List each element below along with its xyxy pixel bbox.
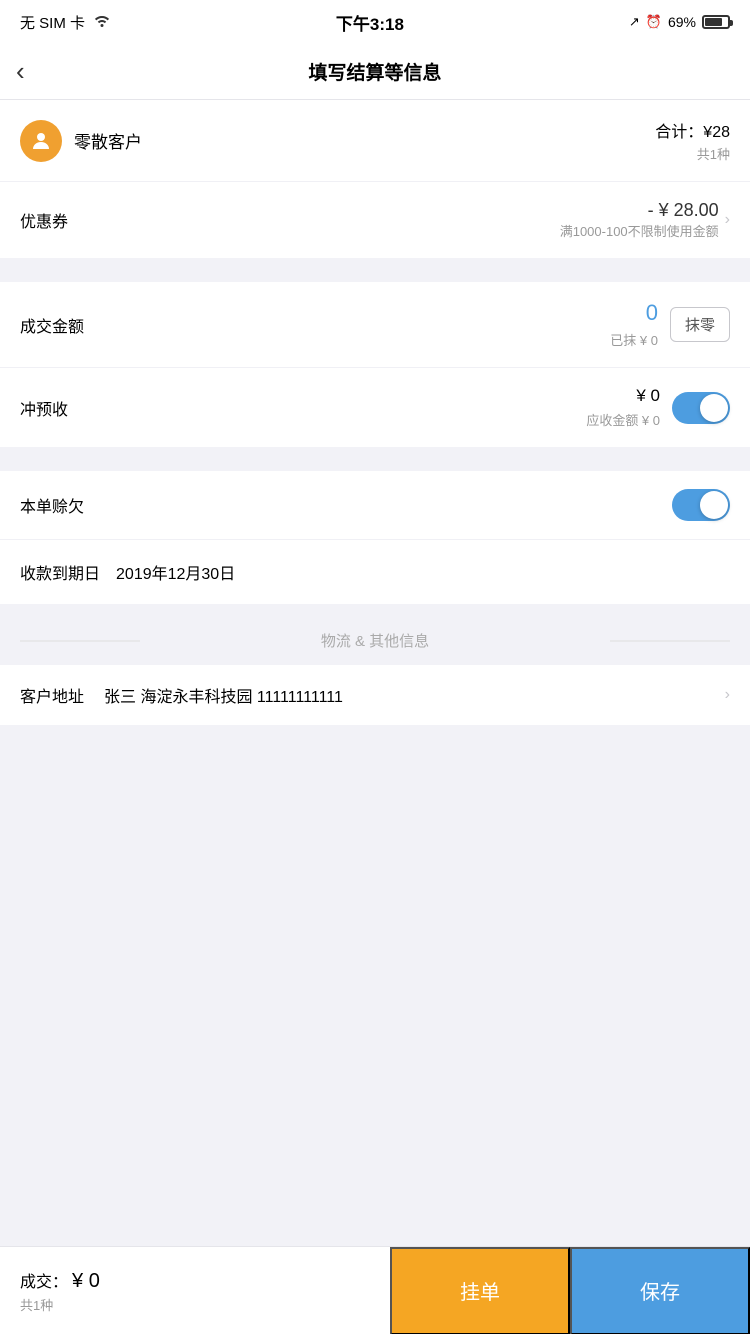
prepaid-amount: ¥ 0 — [586, 386, 660, 406]
prepaid-toggle[interactable] — [672, 392, 730, 424]
credit-toggle-knob — [700, 491, 728, 519]
prepaid-row: 冲预收 ¥ 0 应收金额 ¥ 0 — [0, 368, 750, 447]
due-date-value[interactable]: 2019年12月30日 — [116, 560, 235, 584]
transaction-sub: 已抹 ¥ 0 — [610, 330, 658, 349]
address-value: 张三 海淀永丰科技园 11111111111 — [104, 683, 705, 707]
avatar — [20, 120, 62, 162]
address-row[interactable]: 客户地址 张三 海淀永丰科技园 11111111111 › — [0, 665, 750, 725]
address-label: 客户地址 — [20, 683, 84, 707]
carrier-text: 无 SIM 卡 — [20, 12, 85, 33]
logistics-section-header: 物流 & 其他信息 — [0, 616, 750, 665]
customer-right: 合计：¥28 共1种 — [655, 118, 730, 163]
content: 零散客户 合计：¥28 共1种 优惠券 - ¥ 28.00 满1000-100不… — [0, 100, 750, 947]
bottom-deal-label: 成交： — [20, 1268, 68, 1292]
transaction-right: 0 已抹 ¥ 0 抹零 — [610, 300, 730, 349]
transaction-value[interactable]: 0 — [610, 300, 658, 326]
prepaid-right: ¥ 0 应收金额 ¥ 0 — [586, 386, 730, 429]
due-date-row: 收款到期日 2019年12月30日 — [0, 540, 750, 604]
bottom-deal-amount: ¥ 0 — [72, 1270, 100, 1293]
divider-2 — [0, 459, 750, 471]
due-date-label: 收款到期日 — [20, 560, 100, 584]
credit-toggle[interactable] — [672, 489, 730, 521]
logistics-label: 物流 & 其他信息 — [321, 633, 429, 650]
credit-label: 本单赊欠 — [20, 493, 84, 517]
total-label: 合计：¥28 — [655, 118, 730, 142]
battery-icon — [702, 15, 730, 29]
empty-space — [0, 737, 750, 857]
round-zero-button[interactable]: 抹零 — [670, 307, 730, 342]
status-right: ↗ ⏰ 69% — [629, 14, 730, 30]
customer-name: 零散客户 — [74, 128, 142, 153]
chevron-right-icon: › — [725, 211, 730, 229]
customer-section: 零散客户 合计：¥28 共1种 优惠券 - ¥ 28.00 满1000-100不… — [0, 100, 750, 258]
coupon-right: - ¥ 28.00 满1000-100不限制使用金额 › — [560, 200, 730, 240]
save-button[interactable]: 保存 — [570, 1247, 750, 1334]
page-title: 填写结算等信息 — [308, 58, 441, 85]
coupon-desc: 满1000-100不限制使用金额 — [560, 221, 719, 240]
transaction-label: 成交金额 — [20, 313, 84, 337]
divider-1 — [0, 270, 750, 282]
credit-section: 本单赊欠 收款到期日 2019年12月30日 — [0, 471, 750, 604]
transaction-row: 成交金额 0 已抹 ¥ 0 抹零 — [0, 282, 750, 368]
prepaid-label: 冲预收 — [20, 396, 68, 420]
status-time: 下午3:18 — [336, 10, 404, 35]
coupon-row[interactable]: 优惠券 - ¥ 28.00 满1000-100不限制使用金额 › — [0, 181, 750, 258]
address-chevron-icon: › — [725, 686, 730, 704]
battery-percent: 69% — [668, 14, 696, 30]
wifi-icon — [93, 13, 111, 31]
total-sub: 共1种 — [655, 144, 730, 163]
bottom-deal-sub: 共1种 — [20, 1295, 370, 1314]
toggle-knob — [700, 394, 728, 422]
credit-row: 本单赊欠 — [0, 471, 750, 540]
status-left: 无 SIM 卡 — [20, 12, 111, 33]
bottom-bar: 成交： ¥ 0 共1种 挂单 保存 — [0, 1246, 750, 1334]
back-button[interactable]: ‹ — [16, 56, 25, 87]
prepaid-sub: 应收金额 ¥ 0 — [586, 410, 660, 429]
transaction-section: 成交金额 0 已抹 ¥ 0 抹零 冲预收 ¥ 0 应收金额 ¥ 0 — [0, 282, 750, 447]
customer-row: 零散客户 合计：¥28 共1种 — [0, 100, 750, 181]
location-icon: ↗ — [629, 14, 640, 30]
coupon-label: 优惠券 — [20, 208, 68, 232]
status-bar: 无 SIM 卡 下午3:18 ↗ ⏰ 69% — [0, 0, 750, 44]
nav-bar: ‹ 填写结算等信息 — [0, 44, 750, 100]
bottom-left: 成交： ¥ 0 共1种 — [0, 1268, 390, 1314]
pending-button[interactable]: 挂单 — [390, 1247, 570, 1334]
coupon-amount: - ¥ 28.00 — [560, 200, 719, 221]
customer-left: 零散客户 — [20, 120, 142, 162]
alarm-icon: ⏰ — [646, 14, 662, 30]
address-section: 客户地址 张三 海淀永丰科技园 11111111111 › — [0, 665, 750, 725]
credit-right — [672, 489, 730, 521]
